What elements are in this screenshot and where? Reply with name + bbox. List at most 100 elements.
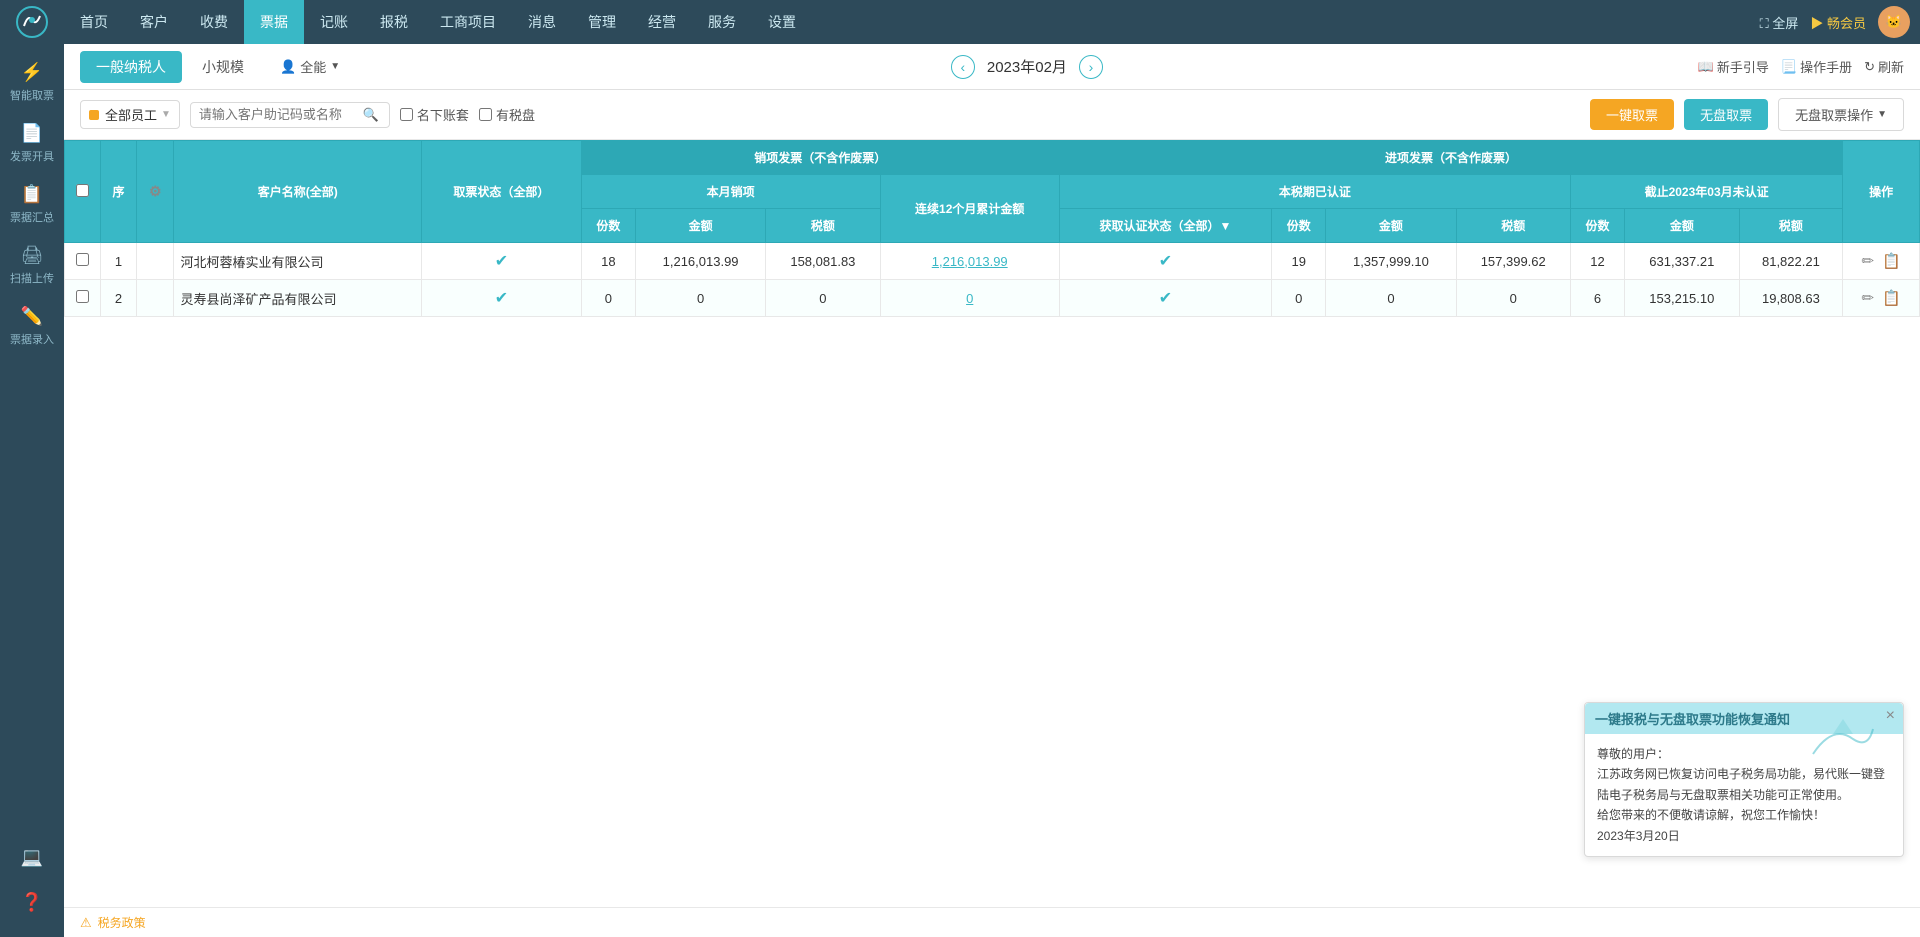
- month-nav-container: ‹ 2023年02月 ›: [360, 55, 1694, 79]
- sidebar-item-scan-upload[interactable]: 🖨 扫描上传: [2, 237, 62, 294]
- row-purchase-shares: 19: [1272, 243, 1326, 280]
- th-settings: ⚙: [137, 141, 174, 243]
- th-current-period-purchase: 本税期已认证: [1059, 175, 1570, 209]
- tab-all[interactable]: 👤 全能 ▼: [264, 51, 356, 82]
- sidebar-item-smart-fetch[interactable]: ⚡ 智能取票: [2, 54, 62, 111]
- th-unconf-shares: 份数: [1570, 209, 1624, 243]
- tab-bar: 一般纳税人 小规模 👤 全能 ▼ ‹ 2023年02月 › 📖 新手引导: [64, 44, 1920, 90]
- th-12months: 连续12个月累计金额: [880, 175, 1059, 243]
- nav-business[interactable]: 工商项目: [424, 0, 512, 44]
- search-input[interactable]: [199, 107, 359, 122]
- sidebar-item-data-entry[interactable]: ✏️ 票据录入: [2, 298, 62, 355]
- th-cert-status: 获取认证状态（全部）▼: [1059, 209, 1271, 243]
- th-sales-tax: 税额: [766, 209, 880, 243]
- invoice-summary-icon: 📋: [21, 184, 43, 205]
- row-purchase-tax: 0: [1456, 280, 1570, 317]
- view-icon[interactable]: 📋: [1882, 289, 1901, 307]
- prev-month-btn[interactable]: ‹: [951, 55, 975, 79]
- one-key-fetch-btn[interactable]: 一键取票: [1590, 99, 1674, 130]
- row-check-0[interactable]: [76, 253, 89, 266]
- nav-settings[interactable]: 设置: [752, 0, 812, 44]
- row-seq: 2: [101, 280, 137, 317]
- nav-tax[interactable]: 报税: [364, 0, 424, 44]
- row-unconf-shares: 12: [1570, 243, 1624, 280]
- th-purchase-tax: 税额: [1456, 209, 1570, 243]
- split-arrow-icon: ▼: [1877, 109, 1887, 120]
- row-sales-shares: 18: [581, 243, 635, 280]
- th-unconf-amount: 金额: [1625, 209, 1739, 243]
- down-account-check[interactable]: [400, 108, 413, 121]
- tax-disk-check[interactable]: [479, 108, 492, 121]
- row-purchase-tax: 157,399.62: [1456, 243, 1570, 280]
- month-nav: ‹ 2023年02月 ›: [951, 55, 1103, 79]
- next-month-btn[interactable]: ›: [1079, 55, 1103, 79]
- row-sales-amount: 1,216,013.99: [635, 243, 765, 280]
- no-disk-operation-btn[interactable]: 无盘取票操作 ▼: [1778, 98, 1904, 131]
- search-icon[interactable]: 🔍: [363, 107, 379, 123]
- warning-icon: ⚠: [80, 915, 92, 931]
- nav-customer[interactable]: 客户: [124, 0, 184, 44]
- monitor-icon: 💻: [21, 847, 43, 868]
- tax-disk-checkbox[interactable]: 有税盘: [479, 105, 535, 124]
- nav-operation[interactable]: 经营: [632, 0, 692, 44]
- refresh-link[interactable]: ↻ 刷新: [1864, 57, 1904, 76]
- row-12months: 1,216,013.99: [880, 243, 1059, 280]
- table-row: 2 灵寿县尚泽矿产品有限公司 ✔ 0 0 0 0 ✔ 0 0 0 6 153,2…: [65, 280, 1920, 317]
- data-entry-icon: ✏️: [21, 306, 43, 327]
- 12months-link[interactable]: 1,216,013.99: [932, 254, 1008, 269]
- edit-icon[interactable]: ✏: [1862, 289, 1875, 307]
- nav-items: 首页 客户 收费 票据 记账 报税 工商项目 消息 管理 经营 服务 设置: [64, 0, 1760, 44]
- sidebar-label-data-entry: 票据录入: [10, 331, 54, 347]
- sidebar-label-invoice-summary: 票据汇总: [10, 209, 54, 225]
- sidebar-item-monitor[interactable]: 💻: [2, 839, 62, 876]
- edit-icon[interactable]: ✏: [1862, 252, 1875, 270]
- tab-general[interactable]: 一般纳税人: [80, 51, 182, 83]
- employee-filter[interactable]: 全部员工 ▼: [80, 100, 180, 129]
- nav-home[interactable]: 首页: [64, 0, 124, 44]
- nav-bookkeeping[interactable]: 记账: [304, 0, 364, 44]
- notif-decoration: [1803, 714, 1883, 764]
- nav-management[interactable]: 管理: [572, 0, 632, 44]
- down-account-checkbox[interactable]: 名下账套: [400, 105, 469, 124]
- tab-actions: 📖 新手引导 📃 操作手册 ↻ 刷新: [1698, 57, 1904, 76]
- vip-btn[interactable]: ▶ 畅会员: [1810, 13, 1866, 32]
- guide-link[interactable]: 📖 新手引导: [1698, 57, 1769, 76]
- fullscreen-btn[interactable]: ⛶ 全屏: [1760, 13, 1799, 32]
- th-operation: 操作: [1843, 141, 1920, 243]
- nav-income[interactable]: 收费: [184, 0, 244, 44]
- settings-icon[interactable]: ⚙: [149, 183, 162, 199]
- nav-invoice[interactable]: 票据: [244, 0, 304, 44]
- fetch-status-icon: ✔: [495, 253, 508, 270]
- row-action-settings: [137, 243, 174, 280]
- sidebar-item-open-invoice[interactable]: 📄 发票开具: [2, 115, 62, 172]
- notif-close-btn[interactable]: ×: [1886, 707, 1895, 725]
- no-disk-fetch-btn[interactable]: 无盘取票: [1684, 99, 1768, 130]
- row-checkbox[interactable]: [65, 280, 101, 317]
- nav-message[interactable]: 消息: [512, 0, 572, 44]
- view-icon[interactable]: 📋: [1882, 252, 1901, 270]
- manual-link[interactable]: 📃 操作手册: [1781, 57, 1852, 76]
- fetch-status-icon: ✔: [495, 290, 508, 307]
- sidebar-label-smart-fetch: 智能取票: [10, 87, 54, 103]
- sidebar-item-invoice-summary[interactable]: 📋 票据汇总: [2, 176, 62, 233]
- th-checkbox: [65, 141, 101, 243]
- row-checkbox[interactable]: [65, 243, 101, 280]
- user-avatar[interactable]: 🐱: [1878, 6, 1910, 38]
- tax-policy-link[interactable]: 税务政策: [98, 914, 146, 931]
- dropdown-icon: ▼: [330, 61, 340, 72]
- scan-upload-icon: 🖨: [21, 245, 44, 266]
- select-all-checkbox[interactable]: [76, 184, 89, 197]
- row-cert-status: ✔: [1059, 280, 1271, 317]
- nav-service[interactable]: 服务: [692, 0, 752, 44]
- app-logo[interactable]: [10, 0, 54, 44]
- row-operations: ✏ 📋: [1843, 243, 1920, 280]
- th-purchase-amount: 金额: [1326, 209, 1456, 243]
- row-action-settings: [137, 280, 174, 317]
- row-check-1[interactable]: [76, 290, 89, 303]
- orange-dot: [89, 110, 99, 120]
- 12months-link[interactable]: 0: [966, 291, 973, 306]
- row-unconf-shares: 6: [1570, 280, 1624, 317]
- row-unconf-tax: 81,822.21: [1739, 243, 1843, 280]
- sidebar-item-help[interactable]: ❓: [2, 884, 62, 921]
- tab-small[interactable]: 小规模: [186, 51, 260, 83]
